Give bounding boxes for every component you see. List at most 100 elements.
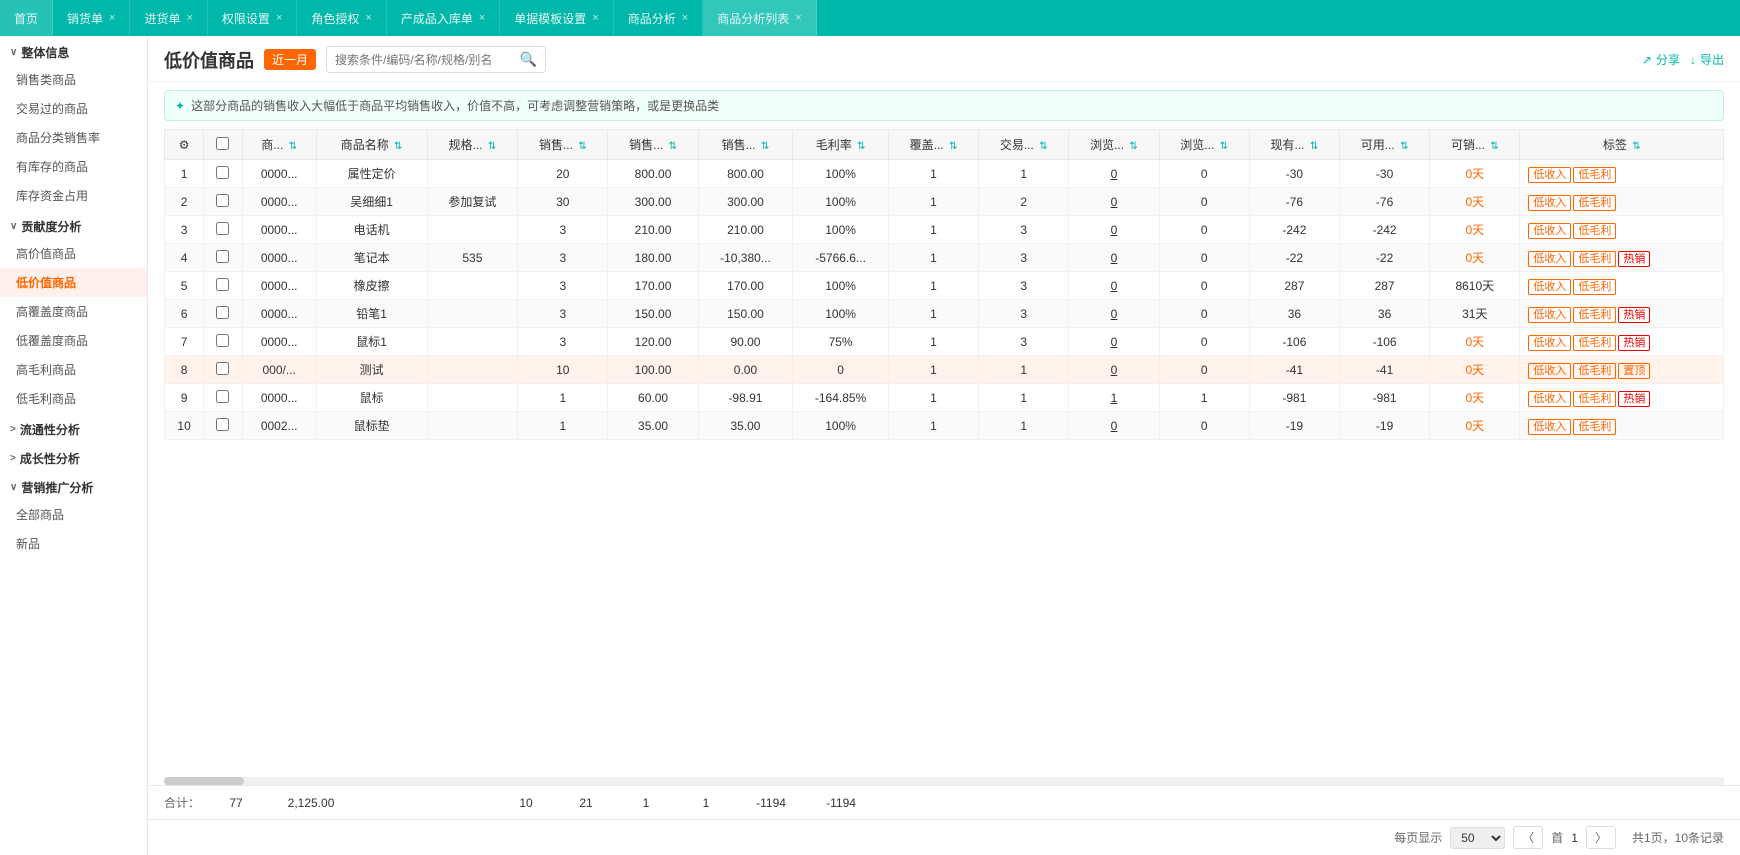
row-view2: 0 [1159,300,1249,328]
close-icon[interactable]: × [795,12,801,24]
col-transaction[interactable]: 交易... ⇅ [979,130,1069,160]
view1-link[interactable]: 0 [1111,335,1118,349]
col-stock2[interactable]: 可用... ⇅ [1339,130,1429,160]
row-sales-amt: 150.00 [608,300,698,328]
nav-sales-order[interactable]: 销货单 × [53,0,130,36]
nav-template-setting[interactable]: 单据模板设置 × [500,0,613,36]
next-page-button[interactable]: 〉 [1586,826,1616,849]
nav-permission-setting[interactable]: 权限设置 × [208,0,297,36]
sidebar-item-high-value[interactable]: 高价值商品 [0,239,147,268]
view1-link[interactable]: 0 [1111,307,1118,321]
row-tags: 低收入低毛利置顶 [1520,356,1724,384]
row-select-checkbox[interactable] [216,166,229,179]
col-sales-amt[interactable]: 销售... ⇅ [608,130,698,160]
col-sales-qty[interactable]: 销售... ⇅ [518,130,608,160]
prev-page-button[interactable]: 〈 [1513,826,1543,849]
col-view2[interactable]: 浏览... ⇅ [1159,130,1249,160]
col-spec[interactable]: 规格... ⇅ [427,130,518,160]
col-setting[interactable]: ⚙ [165,130,204,160]
sidebar-group-overall[interactable]: ∨ 整体信息 [0,36,147,65]
col-view1[interactable]: 浏览... ⇅ [1069,130,1159,160]
row-select-checkbox[interactable] [216,390,229,403]
row-stock1: -242 [1249,216,1339,244]
row-spec [427,412,518,440]
sidebar-item-low-margin[interactable]: 低毛利商品 [0,384,147,413]
col-tag[interactable]: 标签 ⇅ [1520,130,1724,160]
table-row: 8000/...测试10100.000.0001100-41-410天低收入低毛… [165,356,1724,384]
row-name: 电话机 [316,216,427,244]
row-name: 测试 [316,356,427,384]
view1-link[interactable]: 0 [1111,419,1118,433]
view1-link[interactable]: 0 [1111,251,1118,265]
sidebar-item-category-sales-rate[interactable]: 商品分类销售率 [0,123,147,152]
nav-home[interactable]: 首页 [0,0,53,36]
nav-product-analysis-list[interactable]: 商品分析列表 × [703,0,816,36]
col-coverage[interactable]: 覆盖... ⇅ [888,130,978,160]
row-checkbox-cell [204,272,243,300]
per-page-select[interactable]: 50 100 [1450,827,1505,849]
sidebar-item-high-coverage[interactable]: 高覆盖度商品 [0,297,147,326]
col-name[interactable]: 商品名称 ⇅ [316,130,427,160]
view1-link[interactable]: 0 [1111,223,1118,237]
col-checkbox[interactable] [204,130,243,160]
row-sales-amt: 170.00 [608,272,698,300]
share-button[interactable]: ↗ 分享 [1642,51,1680,68]
col-code[interactable]: 商... ⇅ [242,130,316,160]
close-icon[interactable]: × [682,12,688,24]
horizontal-scrollbar[interactable] [164,777,1724,785]
sidebar-group-marketing[interactable]: ∨ 营销推广分析 [0,471,147,500]
view1-link[interactable]: 0 [1111,195,1118,209]
filter-tag-button[interactable]: 近一月 [264,49,316,70]
search-icon[interactable]: 🔍 [520,51,537,68]
sidebar-item-low-coverage[interactable]: 低覆盖度商品 [0,326,147,355]
row-select-checkbox[interactable] [216,418,229,431]
view1-link[interactable]: 0 [1111,279,1118,293]
nav-purchase-order[interactable]: 进货单 × [130,0,207,36]
row-select-checkbox[interactable] [216,278,229,291]
row-stock1: -981 [1249,384,1339,412]
close-icon[interactable]: × [479,12,485,24]
sidebar-group-contribution[interactable]: ∨ 贡献度分析 [0,210,147,239]
nav-role-auth[interactable]: 角色授权 × [297,0,386,36]
sidebar-item-stock-capital[interactable]: 库存资金占用 [0,181,147,210]
row-gross-rate: 100% [793,412,889,440]
close-icon[interactable]: × [365,12,371,24]
close-icon[interactable]: × [276,12,282,24]
export-button[interactable]: ↓ 导出 [1690,51,1724,68]
row-select-checkbox[interactable] [216,362,229,375]
col-gross-rate[interactable]: 毛利率 ⇅ [793,130,889,160]
close-icon[interactable]: × [109,12,115,24]
search-input[interactable] [335,53,516,67]
row-select-checkbox[interactable] [216,334,229,347]
row-select-checkbox[interactable] [216,250,229,263]
col-sales-val[interactable]: 销售... ⇅ [698,130,793,160]
view1-link[interactable]: 0 [1111,363,1118,377]
sidebar-item-low-value[interactable]: 低价值商品 [0,268,147,297]
col-sellable[interactable]: 可销... ⇅ [1430,130,1520,160]
select-all-checkbox[interactable] [216,137,229,150]
close-icon[interactable]: × [592,12,598,24]
sidebar-item-traded-goods[interactable]: 交易过的商品 [0,94,147,123]
sidebar-group-liquidity[interactable]: > 流通性分析 [0,413,147,442]
sidebar-group-growth[interactable]: > 成长性分析 [0,442,147,471]
search-box[interactable]: 🔍 [326,46,546,73]
nav-product-storage[interactable]: 产成品入库单 × [387,0,500,36]
view1-link[interactable]: 0 [1111,167,1118,181]
nav-product-analysis[interactable]: 商品分析 × [614,0,703,36]
scrollbar-thumb[interactable] [164,777,244,785]
sidebar-item-sales-goods[interactable]: 销售类商品 [0,65,147,94]
row-select-checkbox[interactable] [216,222,229,235]
notice-bar: ✦ 这部分商品的销售收入大幅低于商品平均销售收入，价值不高，可考虑调整营销策略，… [164,90,1724,121]
sidebar-item-all-goods[interactable]: 全部商品 [0,500,147,529]
row-select-checkbox[interactable] [216,194,229,207]
col-stock1[interactable]: 现有... ⇅ [1249,130,1339,160]
sidebar-item-stocked-goods[interactable]: 有库存的商品 [0,152,147,181]
row-coverage: 1 [888,188,978,216]
view1-link[interactable]: 1 [1111,391,1118,405]
row-select-checkbox[interactable] [216,306,229,319]
row-spec [427,384,518,412]
sidebar-item-high-margin[interactable]: 高毛利商品 [0,355,147,384]
sidebar-item-new-goods[interactable]: 新品 [0,529,147,558]
close-icon[interactable]: × [186,12,192,24]
tag-label: 热销 [1618,251,1650,267]
